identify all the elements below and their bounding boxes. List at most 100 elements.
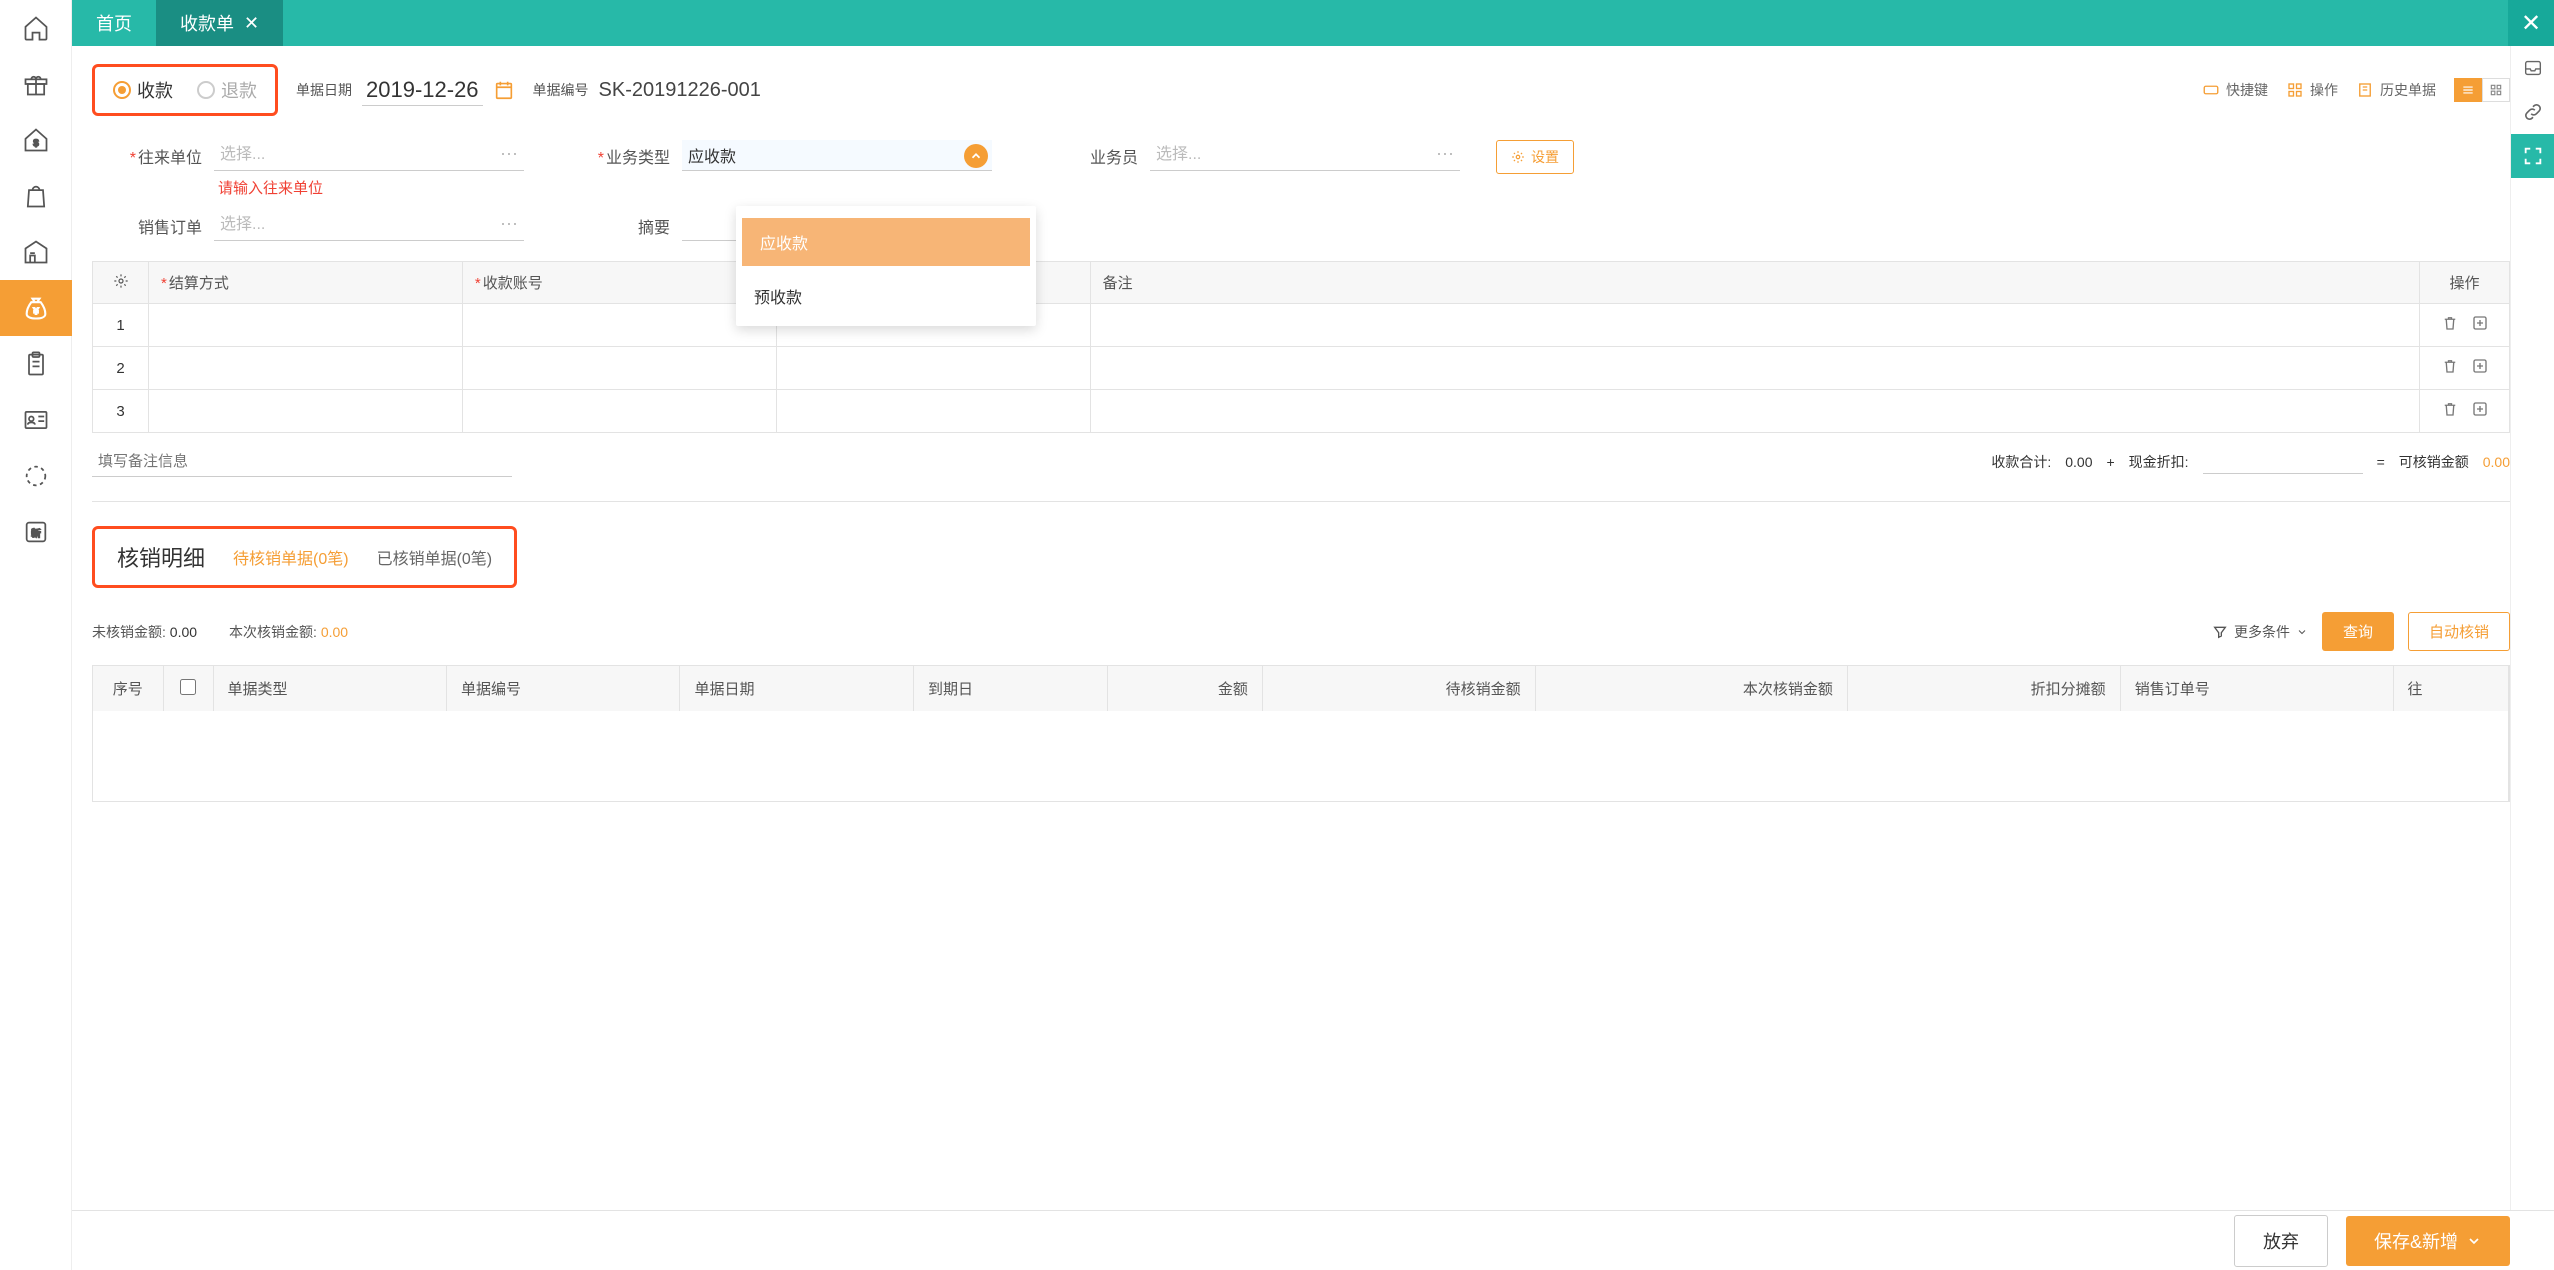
sidebar-gift-icon[interactable] — [0, 56, 72, 112]
verification-header: 核销明细 待核销单据(0笔) 已核销单据(0笔) — [92, 526, 517, 588]
row-num: 3 — [93, 390, 149, 433]
cell-settle[interactable] — [149, 347, 463, 390]
receipt-type-radio-group: 收款 退款 — [92, 64, 278, 116]
sales-input[interactable] — [1150, 140, 1460, 171]
doc-date-value[interactable]: 2019-12-26 — [362, 75, 483, 106]
summary-label: 摘要 — [560, 214, 670, 238]
dropdown-item-receivable[interactable]: 应收款 — [742, 218, 1030, 266]
left-sidebar: $ ¥ 新 — [0, 0, 72, 1270]
cell-remark[interactable] — [1090, 347, 2419, 390]
sidebar-money-bag-icon[interactable]: ¥ — [0, 280, 72, 336]
shortcut-label: 快捷键 — [2226, 80, 2268, 100]
vcol-more: 往 — [2393, 666, 2508, 711]
discount-input[interactable] — [2203, 450, 2363, 474]
dropdown-item-prepaid[interactable]: 预收款 — [736, 272, 1036, 320]
view-grid-icon[interactable] — [2482, 78, 2510, 102]
svg-text:新: 新 — [31, 528, 40, 539]
discount-label: 现金折扣: — [2129, 452, 2189, 472]
cell-amount[interactable] — [776, 390, 1090, 433]
tab-receipt[interactable]: 收款单 ✕ — [156, 0, 283, 46]
total-label: 收款合计: — [1991, 452, 2051, 472]
doc-no-label: 单据编号 — [533, 80, 589, 100]
sidebar-id-card-icon[interactable] — [0, 392, 72, 448]
chevron-up-icon[interactable] — [964, 144, 988, 168]
more-icon[interactable]: ⋯ — [500, 144, 520, 165]
sidebar-clipboard-icon[interactable] — [0, 336, 72, 392]
tab-home[interactable]: 首页 — [72, 0, 156, 46]
sidebar-new-icon[interactable]: 新 — [0, 504, 72, 560]
operate-button[interactable]: 操作 — [2286, 80, 2338, 100]
avail-value: 0.00 — [2483, 454, 2510, 470]
operate-label: 操作 — [2310, 80, 2338, 100]
thistime-label: 本次核销金额: — [229, 624, 317, 640]
vcol-this: 本次核销金额 — [1535, 666, 1847, 711]
view-toggle — [2454, 78, 2510, 102]
col-remark: 备注 — [1090, 262, 2419, 304]
cell-remark[interactable] — [1090, 304, 2419, 347]
select-all-checkbox[interactable] — [180, 679, 196, 695]
ver-tab-done[interactable]: 已核销单据(0笔) — [377, 545, 493, 569]
search-button[interactable]: 查询 — [2322, 612, 2394, 651]
more-conditions[interactable]: 更多条件 — [2212, 622, 2308, 642]
vcol-date: 单据日期 — [680, 666, 913, 711]
tab-bar: 首页 收款单 ✕ ✕ — [72, 0, 2554, 46]
sales-label: 业务员 — [1028, 144, 1138, 168]
add-row-icon[interactable] — [2471, 400, 2489, 418]
sidebar-price-house-icon[interactable]: $ — [0, 112, 72, 168]
save-new-button[interactable]: 保存&新增 — [2346, 1216, 2510, 1266]
history-label: 历史单据 — [2380, 80, 2436, 100]
sidebar-warehouse-icon[interactable] — [0, 224, 72, 280]
sidebar-refresh-icon[interactable] — [0, 448, 72, 504]
footer-bar: 放弃 保存&新增 — [72, 1210, 2554, 1270]
calendar-icon[interactable] — [493, 79, 515, 101]
main-area: 收款 退款 单据日期 2019-12-26 单据编号 SK-20191226-0… — [72, 46, 2554, 1210]
col-account: *收款账号 — [462, 262, 776, 304]
order-label: 销售订单 — [92, 214, 202, 238]
radio-dot-icon — [197, 81, 215, 99]
tab-receipt-label: 收款单 — [180, 10, 234, 36]
cell-amount[interactable] — [776, 347, 1090, 390]
add-row-icon[interactable] — [2471, 357, 2489, 375]
auto-verify-button[interactable]: 自动核销 — [2408, 612, 2510, 651]
plus-sign: + — [2106, 454, 2114, 470]
radio-receipt[interactable]: 收款 — [113, 77, 173, 103]
vcol-split: 折扣分摊额 — [1847, 666, 2120, 711]
vcol-pending: 待核销金额 — [1262, 666, 1535, 711]
biztype-label: *业务类型 — [560, 144, 670, 168]
row-num: 1 — [93, 304, 149, 347]
partner-input[interactable] — [214, 140, 524, 171]
delete-icon[interactable] — [2441, 400, 2459, 418]
notes-input[interactable] — [92, 447, 512, 477]
sidebar-bag-icon[interactable] — [0, 168, 72, 224]
doc-no-value: SK-20191226-001 — [599, 79, 761, 102]
cell-settle[interactable] — [149, 304, 463, 347]
more-icon[interactable]: ⋯ — [1436, 144, 1456, 165]
partner-error: 请输入往来单位 — [218, 177, 524, 198]
col-gear[interactable] — [93, 262, 149, 304]
cell-account[interactable] — [462, 390, 776, 433]
add-row-icon[interactable] — [2471, 314, 2489, 332]
vcol-amount: 金额 — [1108, 666, 1263, 711]
view-list-icon[interactable] — [2454, 78, 2482, 102]
biztype-input[interactable] — [682, 140, 992, 171]
delete-icon[interactable] — [2441, 314, 2459, 332]
shortcut-button[interactable]: 快捷键 — [2202, 80, 2268, 100]
sidebar-home-icon[interactable] — [0, 0, 72, 56]
cell-account[interactable] — [462, 304, 776, 347]
top-close-icon[interactable]: ✕ — [2508, 0, 2554, 46]
ver-tab-pending[interactable]: 待核销单据(0笔) — [233, 545, 349, 569]
order-input[interactable] — [214, 210, 524, 241]
history-button[interactable]: 历史单据 — [2356, 80, 2436, 100]
delete-icon[interactable] — [2441, 357, 2459, 375]
tab-close-icon[interactable]: ✕ — [244, 13, 259, 34]
more-icon[interactable]: ⋯ — [500, 214, 520, 235]
radio-refund[interactable]: 退款 — [197, 77, 257, 103]
cell-remark[interactable] — [1090, 390, 2419, 433]
cell-settle[interactable] — [149, 390, 463, 433]
doc-date-label: 单据日期 — [296, 80, 352, 100]
more-conditions-label: 更多条件 — [2234, 622, 2290, 642]
cell-account[interactable] — [462, 347, 776, 390]
thistime-value: 0.00 — [321, 624, 348, 640]
settings-button[interactable]: 设置 — [1496, 140, 1574, 174]
discard-button[interactable]: 放弃 — [2234, 1215, 2328, 1267]
